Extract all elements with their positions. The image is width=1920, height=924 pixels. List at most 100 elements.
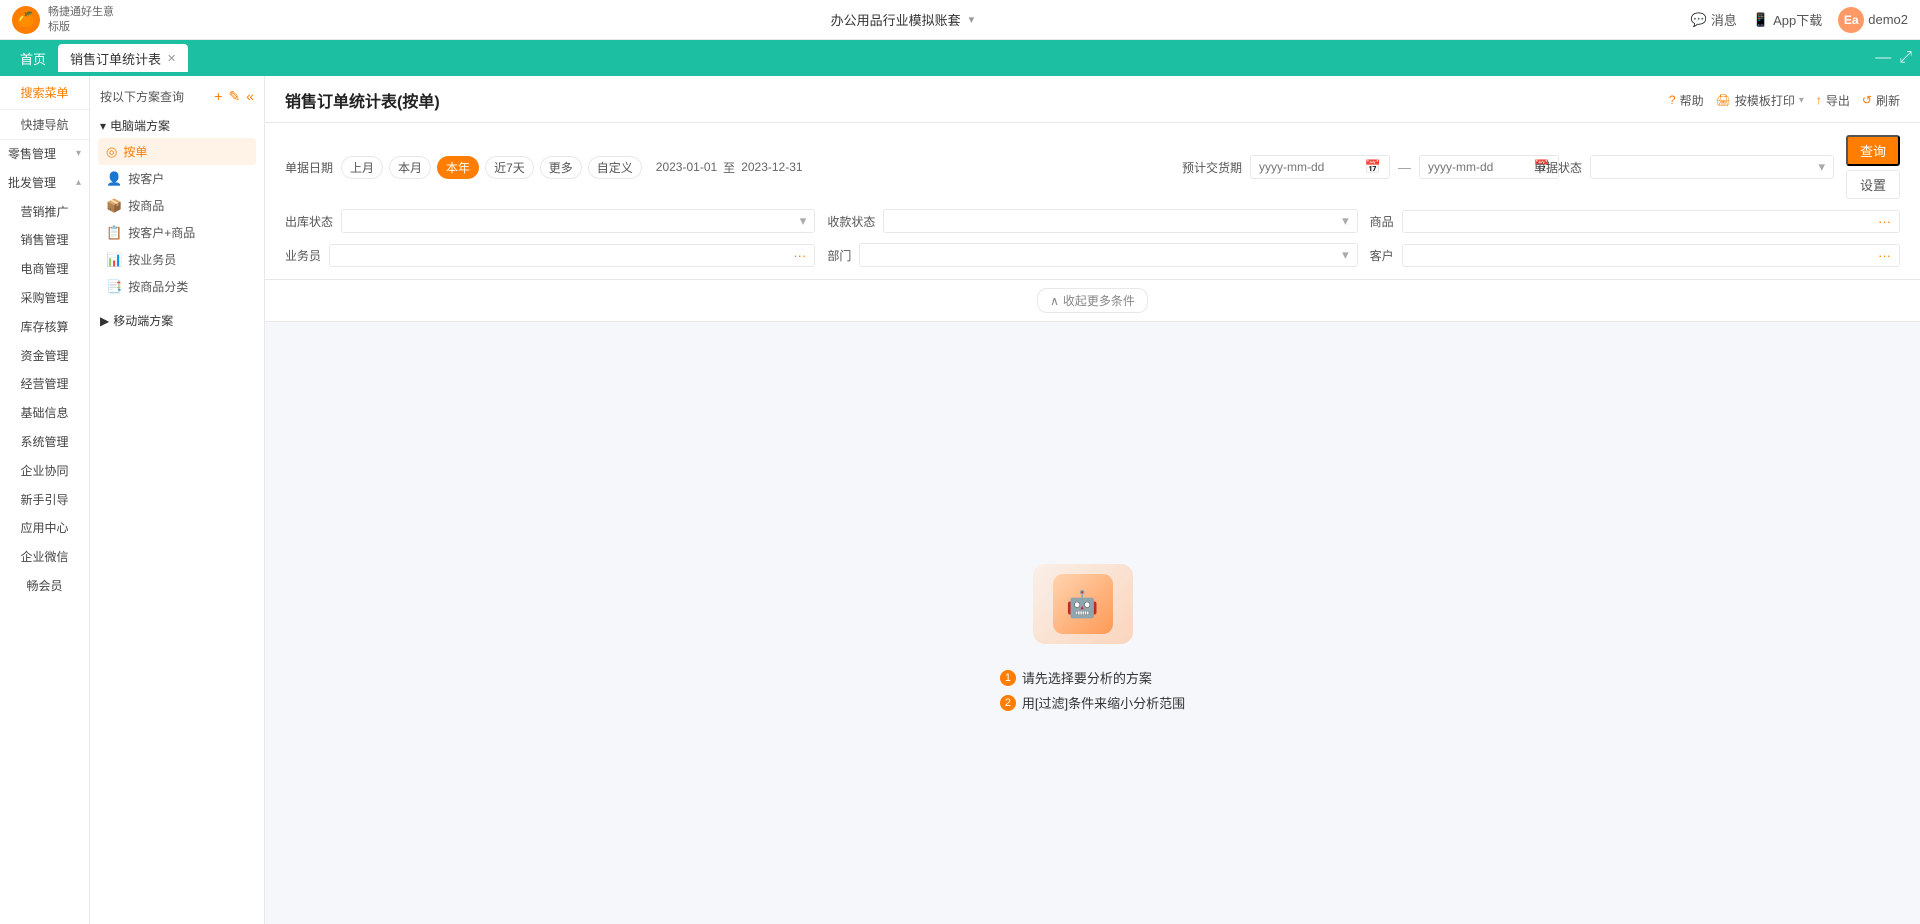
date-separator: — (1398, 160, 1411, 175)
custom-date-btn[interactable]: 自定义 (588, 156, 642, 179)
sidebar-item-newbie[interactable]: 新手引导 (0, 486, 89, 515)
scheme-item-by-product[interactable]: 📦 按商品 (98, 192, 256, 219)
tab-close-icon[interactable]: ✕ (167, 52, 176, 65)
sidebar-item-member[interactable]: 畅会员 (0, 572, 89, 601)
calendar-start-icon[interactable]: 📅 (1365, 159, 1381, 175)
sidebar: 搜索菜单 快捷导航 零售管理 ▾ 批发管理 ▴ 营销推广 销售管理 电商管理 采… (0, 76, 90, 924)
product-select[interactable]: ··· (1402, 210, 1900, 233)
window-maximize-button[interactable]: ⤢ (1899, 49, 1912, 67)
payment-status-select[interactable]: ▾ (883, 209, 1357, 233)
scheme-group-mobile-title[interactable]: ▶ 移动端方案 (98, 308, 256, 333)
salesperson-select[interactable]: ··· (329, 244, 815, 267)
customer-more-icon[interactable]: ··· (1878, 248, 1891, 263)
date-filter-group: 上月 本月 本年 近7天 更多 自定义 2023-01-01 至 2023-12… (341, 156, 1170, 179)
filter-row-2: 出库状态 ▾ 收款状态 ▾ 商品 (285, 209, 1900, 233)
page-actions: ? 帮助 🖨 按模板打印 ▾ ↑ 导出 ↺ 刷新 (1669, 92, 1900, 119)
workspace-arrow-icon: ▾ (969, 13, 975, 26)
sidebar-item-system[interactable]: 系统管理 (0, 428, 89, 457)
tab-sales-order-stats[interactable]: 销售订单统计表 ✕ (58, 44, 188, 72)
sidebar-item-purchase[interactable]: 采购管理 (0, 284, 89, 313)
sidebar-item-sales[interactable]: 销售管理 (0, 226, 89, 255)
expand-arrow-icon: ▾ (100, 119, 106, 133)
customer-label: 客户 (1370, 247, 1394, 264)
print-arrow-icon: ▾ (1799, 95, 1804, 106)
last-7-days-btn[interactable]: 近7天 (485, 156, 534, 179)
tab-home[interactable]: 首页 (8, 44, 58, 72)
doc-status-label: 单据状态 (1534, 159, 1582, 176)
department-label: 部门 (827, 247, 851, 264)
delivery-status-label: 出库状态 (285, 213, 333, 230)
scheme-item-by-customer[interactable]: 👤 按客户 (98, 165, 256, 192)
more-date-btn[interactable]: 更多 (540, 156, 582, 179)
print-icon: 🖨 (1716, 93, 1731, 107)
workspace-selector[interactable]: 办公用品行业模拟账套 ▾ (831, 10, 975, 29)
this-year-btn[interactable]: 本年 (437, 156, 479, 179)
collapse-button[interactable]: ∧ 收起更多条件 (1037, 288, 1148, 313)
retail-arrow-icon: ▾ (76, 147, 81, 161)
expected-end-input[interactable] (1428, 160, 1530, 174)
payment-status-col: 收款状态 ▾ (827, 209, 1357, 233)
collapse-bar[interactable]: ∧ 收起更多条件 (265, 280, 1920, 322)
department-select[interactable]: ▾ (859, 243, 1357, 267)
sidebar-item-wechat[interactable]: 企业微信 (0, 543, 89, 572)
collapse-panel-button[interactable]: « (246, 88, 254, 105)
sidebar-item-app-center[interactable]: 应用中心 (0, 514, 89, 543)
sidebar-item-operations[interactable]: 经营管理 (0, 370, 89, 399)
export-icon: ↑ (1816, 93, 1822, 107)
salesperson-more-icon[interactable]: ··· (793, 248, 806, 263)
scheme-item-by-customer-product[interactable]: 📋 按客户+商品 (98, 219, 256, 246)
sidebar-item-finance[interactable]: 资金管理 (0, 342, 89, 371)
app-download-button[interactable]: 📱 App下载 (1753, 10, 1822, 29)
delivery-status-select[interactable]: ▾ (341, 209, 815, 233)
refresh-button[interactable]: ↺ 刷新 (1862, 92, 1900, 109)
settings-button[interactable]: 设置 (1846, 170, 1900, 199)
collapse-up-icon: ∧ (1050, 294, 1059, 308)
template-print-button[interactable]: 🖨 按模板打印 ▾ (1716, 92, 1804, 109)
message-button[interactable]: 💬 消息 (1691, 10, 1737, 29)
sidebar-search[interactable]: 搜索菜单 (0, 76, 89, 110)
sidebar-item-ecommerce[interactable]: 电商管理 (0, 255, 89, 284)
by-order-icon: ◎ (106, 144, 117, 160)
edit-scheme-button[interactable]: ✎ (228, 88, 240, 105)
sidebar-item-wholesale[interactable]: 批发管理 ▴ (0, 169, 89, 198)
expected-delivery-col: 预计交货期 📅 — 📅 (1182, 155, 1522, 179)
expected-start-input[interactable] (1259, 160, 1361, 174)
by-category-icon: 📑 (106, 279, 122, 295)
tab-bar-actions: — ⤢ (1875, 49, 1912, 67)
doc-status-select[interactable]: ▾ (1590, 155, 1834, 179)
logo-area: 🍊 畅捷通好生意 标版 (12, 5, 114, 34)
product-more-icon[interactable]: ··· (1878, 214, 1891, 229)
logo-icon: 🍊 (12, 6, 40, 34)
payment-status-down-icon: ▾ (1342, 213, 1349, 229)
scheme-item-by-category[interactable]: 📑 按商品分类 (98, 273, 256, 300)
sidebar-item-enterprise[interactable]: 企业协同 (0, 457, 89, 486)
main-layout: 搜索菜单 快捷导航 零售管理 ▾ 批发管理 ▴ 营销推广 销售管理 电商管理 采… (0, 76, 1920, 924)
window-minimize-button[interactable]: — (1875, 49, 1891, 67)
last-month-btn[interactable]: 上月 (341, 156, 383, 179)
refresh-icon: ↺ (1862, 93, 1872, 107)
this-month-btn[interactable]: 本月 (389, 156, 431, 179)
scheme-item-by-order[interactable]: ◎ 按单 (98, 138, 256, 165)
sidebar-item-retail[interactable]: 零售管理 ▾ (0, 140, 89, 169)
query-button[interactable]: 查询 (1846, 135, 1900, 166)
by-customer-icon: 👤 (106, 171, 122, 187)
help-button[interactable]: ? 帮助 (1669, 92, 1704, 109)
content-area: 按以下方案查询 + ✎ « ▾ 电脑端方案 ◎ 按单 👤 按客 (90, 76, 1920, 924)
customer-col: 客户 ··· (1370, 244, 1900, 267)
sidebar-item-inventory[interactable]: 库存核算 (0, 313, 89, 342)
empty-hint-1: 1 请先选择要分析的方案 (1000, 668, 1185, 687)
add-scheme-button[interactable]: + (214, 88, 222, 105)
sidebar-item-marketing[interactable]: 营销推广 (0, 198, 89, 227)
scheme-group-desktop-title[interactable]: ▾ 电脑端方案 (98, 113, 256, 138)
department-down-icon: ▾ (1342, 247, 1349, 263)
customer-select[interactable]: ··· (1402, 244, 1900, 267)
payment-status-label: 收款状态 (827, 213, 875, 230)
sidebar-quick-nav[interactable]: 快捷导航 (0, 110, 89, 140)
export-button[interactable]: ↑ 导出 (1816, 92, 1850, 109)
scheme-item-by-salesperson[interactable]: 📊 按业务员 (98, 246, 256, 273)
sidebar-item-basic[interactable]: 基础信息 (0, 399, 89, 428)
delivery-status-col: 出库状态 ▾ (285, 209, 815, 233)
date-label: 单据日期 (285, 159, 333, 176)
salesperson-label: 业务员 (285, 247, 321, 264)
user-menu-button[interactable]: Ea demo2 (1838, 7, 1908, 33)
